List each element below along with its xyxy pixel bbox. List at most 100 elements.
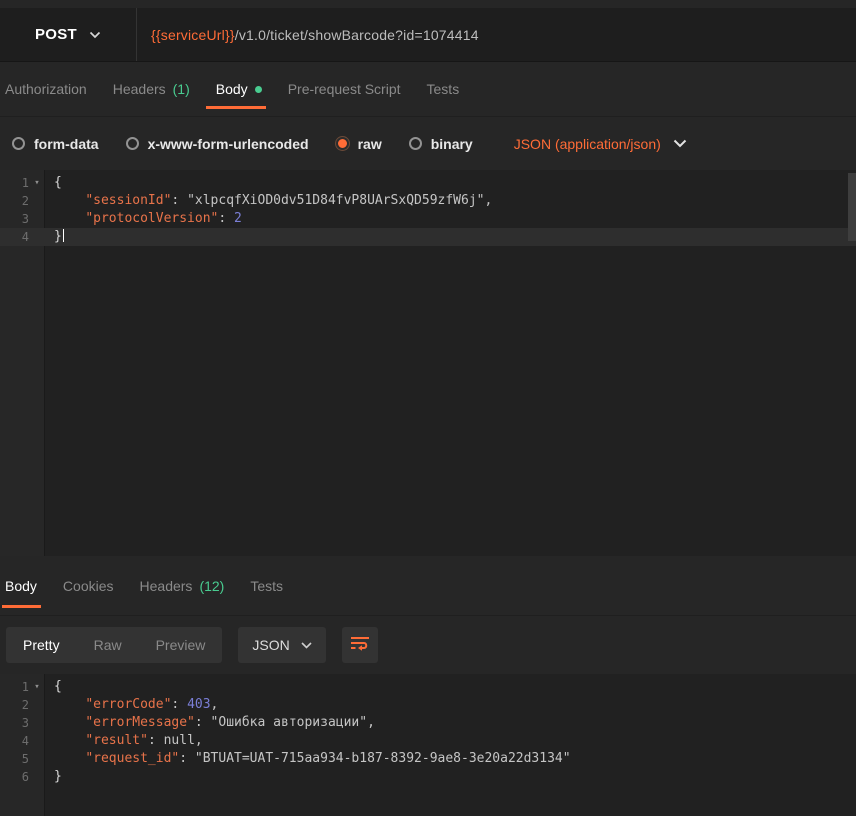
tab-label: Tests [250, 577, 284, 594]
fold-toggle-icon[interactable]: ▾ [29, 678, 45, 696]
headers-count-badge: (1) [172, 81, 190, 97]
raw-view-button[interactable]: Raw [77, 627, 139, 663]
radio-label: raw [357, 135, 382, 152]
tab-response-headers[interactable]: Headers (12) [127, 556, 238, 615]
pretty-view-button[interactable]: Pretty [6, 627, 77, 663]
tab-label: Authorization [5, 81, 87, 97]
radio-icon [125, 137, 139, 150]
tab-body[interactable]: Body [203, 62, 275, 116]
line-gutter: 2 [0, 192, 45, 210]
url-variable: {{serviceUrl}} [151, 26, 235, 43]
scrollbar-thumb[interactable] [848, 173, 856, 241]
body-present-dot [254, 85, 262, 93]
request-editor-lines: 1 ▾{2 "sessionId": "xlpcqfXiOD0dv51D84fvP… [0, 170, 856, 246]
response-body-viewer: 1 ▾ {2 "errorCode": 403, 3 "errorMessage": … [0, 674, 856, 816]
line-number: 2 [21, 698, 29, 712]
line-number: 3 [21, 212, 29, 226]
fold-toggle-icon[interactable]: ▾ [29, 174, 45, 192]
code-line: 5 "request_id": "BTUAT=UAT-715aa934-b187… [0, 750, 856, 768]
tab-authorization[interactable]: Authorization [0, 62, 100, 116]
response-tabs: Body Cookies Headers (12) Tests [0, 556, 856, 616]
code-content[interactable]: "sessionId": "xlpcqfXiOD0dv51D84fvP8UArS… [45, 192, 492, 210]
line-number: 2 [21, 194, 29, 208]
line-number: 1 [21, 680, 29, 694]
chevron-down-icon [301, 641, 312, 649]
chevron-down-icon [89, 31, 101, 39]
radio-label: form-data [34, 135, 99, 152]
code-line[interactable]: 1 ▾{ [0, 174, 856, 192]
code-line[interactable]: 3 "protocolVersion": 2 [0, 210, 856, 228]
tab-label: Headers [112, 81, 166, 97]
code-content: { [54, 679, 62, 694]
code-line[interactable]: 2 "sessionId": "xlpcqfXiOD0dv51D84fvP8UA… [0, 192, 856, 210]
tab-headers[interactable]: Headers (1) [100, 62, 203, 116]
tab-response-cookies[interactable]: Cookies [50, 556, 127, 615]
request-tabs: Authorization Headers (1) Body Pre-reque… [0, 62, 856, 117]
line-gutter: 2 [0, 696, 45, 714]
radio-form-data[interactable]: form-data [12, 136, 99, 152]
tab-label: Cookies [62, 577, 114, 594]
preview-view-button[interactable]: Preview [139, 627, 223, 663]
line-number: 3 [21, 716, 29, 730]
radio-label: x-www-form-urlencoded [147, 135, 309, 152]
tab-response-body[interactable]: Body [0, 556, 50, 615]
line-gutter: 3 [0, 210, 45, 228]
line-gutter: 5 [0, 750, 45, 768]
code-line: 6} [0, 768, 856, 786]
wrap-lines-button[interactable] [341, 627, 378, 663]
response-view-switch: Pretty Raw Preview [6, 627, 223, 663]
radio-raw[interactable]: raw [335, 135, 382, 152]
code-line: 3 "errorMessage": "Ошибка авторизации", [0, 714, 856, 732]
url-input[interactable]: {{serviceUrl}}/v1.0/ticket/showBarcode?i… [137, 8, 856, 61]
tab-response-tests[interactable]: Tests [237, 556, 296, 615]
line-number: 5 [21, 752, 29, 766]
radio-label: binary [430, 135, 473, 152]
button-label: Pretty [23, 637, 60, 653]
response-editor-lines: 1 ▾ {2 "errorCode": 403, 3 "errorMessage": … [0, 674, 856, 786]
chevron-down-icon [673, 139, 687, 148]
code-content: "request_id": "BTUAT=UAT-715aa934-b187-8… [85, 751, 571, 766]
method-dropdown[interactable]: POST [0, 8, 137, 61]
button-label: Raw [93, 637, 122, 653]
radio-icon [12, 137, 25, 150]
radio-icon [408, 137, 422, 150]
radio-binary[interactable]: binary [408, 135, 473, 152]
radio-x-www-form-urlencoded[interactable]: x-www-form-urlencoded [125, 135, 309, 152]
line-gutter: 1 ▾ [0, 174, 45, 192]
url-path: /v1.0/ticket/showBarcode?id=1074414 [234, 26, 479, 43]
line-gutter: 4 [0, 732, 45, 750]
content-type-label: JSON (application/json) [513, 135, 661, 152]
method-label: POST [34, 26, 78, 43]
content-type-dropdown[interactable]: JSON (application/json) [514, 136, 687, 152]
tab-tests[interactable]: Tests [414, 62, 473, 116]
code-content: "errorMessage": "Ошибка авторизации", [85, 715, 375, 730]
tab-label: Body [5, 577, 37, 594]
code-content[interactable]: { [45, 174, 62, 192]
line-number: 6 [21, 770, 29, 784]
code-line[interactable]: 4} [0, 228, 856, 246]
format-label: JSON [252, 637, 290, 653]
line-number: 1 [21, 176, 29, 190]
api-client-window: { "colors": { "accent": "#ff6c37", "succ… [0, 0, 856, 816]
code-line: 1 ▾ { [0, 678, 856, 696]
response-format-dropdown[interactable]: JSON [238, 627, 326, 663]
code-content[interactable]: } [45, 228, 64, 246]
code-content: "errorCode": 403, [85, 697, 219, 712]
code-content[interactable]: "protocolVersion": 2 [45, 210, 242, 228]
line-gutter: 3 [0, 714, 45, 732]
request-body-editor[interactable]: 1 ▾{2 "sessionId": "xlpcqfXiOD0dv51D84fvP… [0, 170, 856, 556]
line-gutter: 1 ▾ [0, 678, 45, 696]
wrap-lines-icon [349, 635, 371, 656]
tab-label: Headers [139, 577, 193, 594]
text-cursor [62, 229, 64, 242]
button-label: Preview [155, 637, 206, 653]
code-content: "result": null, [85, 733, 203, 748]
code-line: 4 "result": null, [0, 732, 856, 750]
tab-label: Pre-request Script [287, 81, 401, 97]
tab-label: Tests [426, 81, 460, 97]
tab-label: Body [215, 81, 248, 97]
body-mode-row: form-data x-www-form-urlencoded raw bina… [0, 117, 856, 170]
tab-prerequest-script[interactable]: Pre-request Script [275, 62, 414, 116]
line-number: 4 [21, 230, 29, 244]
line-number: 4 [21, 734, 29, 748]
